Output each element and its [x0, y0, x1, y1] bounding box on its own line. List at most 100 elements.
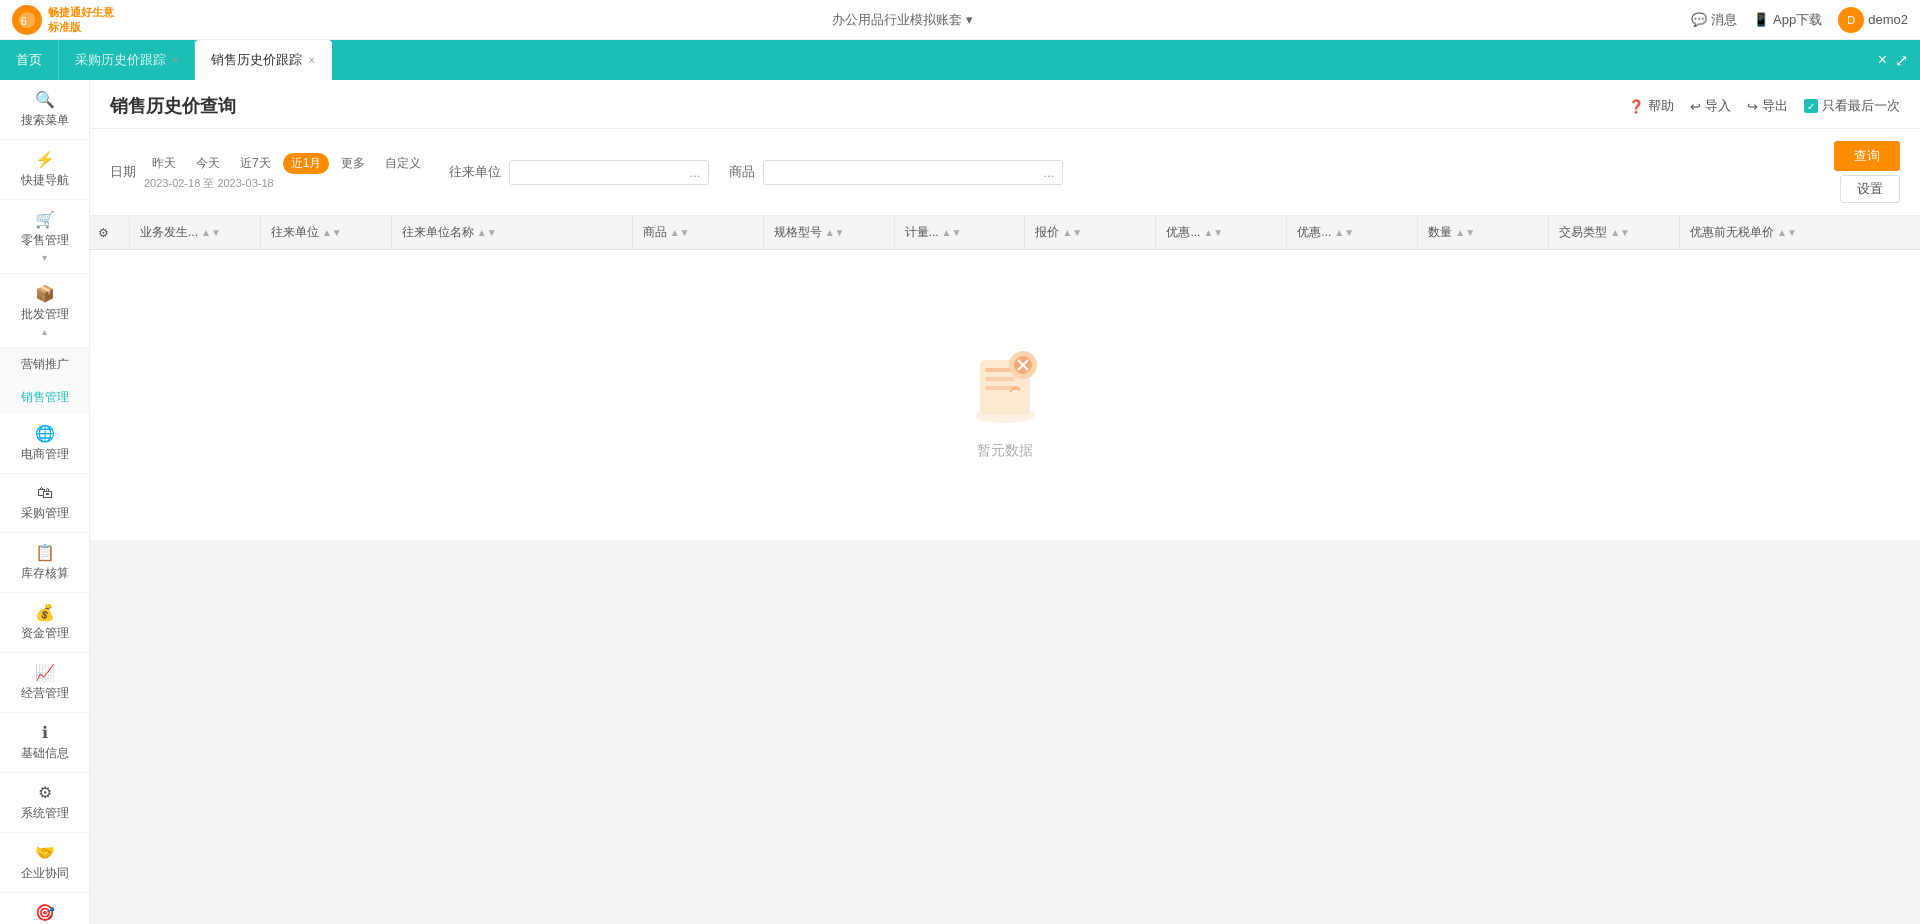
main-layout: 🔍 搜索菜单 ⚡ 快捷导航 🛒 零售管理 ▾ 📦 批发管理 ▴ 营销推广 销售管… [0, 80, 1920, 924]
date-chip-7days[interactable]: 近7天 [232, 153, 279, 174]
th-pre-tax[interactable]: 优惠前无税单价 ▲▼ [1680, 216, 1920, 249]
th-partner-name[interactable]: 往来单位名称 ▲▼ [392, 216, 633, 249]
logo-area: 6 畅捷通好生意 标准版 [12, 5, 114, 35]
th-discount2[interactable]: 优惠... ▲▼ [1287, 216, 1418, 249]
sort-icon-product: ▲▼ [670, 229, 690, 237]
help-button[interactable]: ❓ 帮助 [1628, 97, 1674, 115]
close-all-button[interactable]: × [1878, 51, 1887, 69]
th-unit[interactable]: 计量... ▲▼ [895, 216, 1026, 249]
sidebar-item-ecommerce[interactable]: 🌐 电商管理 [0, 414, 89, 474]
topbar-left: 6 畅捷通好生意 标准版 [12, 5, 114, 35]
th-quantity[interactable]: 数量 ▲▼ [1418, 216, 1549, 249]
empty-text: 暂元数据 [977, 442, 1033, 460]
inventory-icon: 📋 [35, 543, 55, 562]
page-title: 销售历史价查询 [110, 94, 236, 118]
sort-icon-trade-type: ▲▼ [1610, 229, 1630, 237]
query-button[interactable]: 查询 [1834, 141, 1900, 171]
svg-rect-5 [985, 377, 1015, 381]
tab-home[interactable]: 首页 [0, 40, 59, 80]
export-button[interactable]: ↪ 导出 [1747, 97, 1788, 115]
date-chip-more[interactable]: 更多 [333, 153, 373, 174]
sidebar-item-shortcut[interactable]: ⚡ 快捷导航 [0, 140, 89, 200]
purchase-icon: 🛍 [37, 484, 53, 502]
svg-text:6: 6 [21, 14, 27, 26]
product-input[interactable]: ... [763, 160, 1063, 185]
sort-icon-biz-date: ▲▼ [201, 229, 221, 237]
message-button[interactable]: 💬 消息 [1691, 11, 1737, 29]
topbar: 6 畅捷通好生意 标准版 办公用品行业模拟账套 ▾ 💬 消息 📱 App下载 D… [0, 0, 1920, 40]
sidebar-item-guide[interactable]: 🎯 新手引导 [0, 893, 89, 924]
sort-icon-discount2: ▲▼ [1334, 229, 1354, 237]
partner-filter-group: 往来单位 ... [449, 160, 709, 185]
wholesale-icon: 📦 [35, 284, 55, 303]
logo-text: 畅捷通好生意 标准版 [48, 5, 114, 34]
wholesale-arrow: ▴ [42, 326, 47, 337]
cooperation-icon: 🤝 [35, 843, 55, 862]
th-gear[interactable]: ⚙ [90, 218, 130, 248]
date-chip-custom[interactable]: 自定义 [377, 153, 429, 174]
import-button[interactable]: ↩ 导入 [1690, 97, 1731, 115]
sort-icon-pre-tax: ▲▼ [1777, 229, 1797, 237]
product-filter-group: 商品 ... [729, 160, 1063, 185]
avatar: D [1838, 7, 1864, 33]
sidebar-item-system[interactable]: ⚙ 系统管理 [0, 773, 89, 833]
export-icon: ↪ [1747, 99, 1758, 114]
date-chip-today[interactable]: 今天 [188, 153, 228, 174]
shortcut-icon: ⚡ [35, 150, 55, 169]
expand-button[interactable]: ⤢ [1895, 51, 1908, 70]
sort-icon-spec: ▲▼ [825, 229, 845, 237]
sort-icon-partner-name: ▲▼ [477, 229, 497, 237]
sidebar-item-finance[interactable]: 💰 资金管理 [0, 593, 89, 653]
filter-actions: 查询 设置 [1834, 141, 1900, 203]
tab-purchase-history[interactable]: 采购历史价跟踪 × [59, 40, 195, 80]
import-icon: ↩ [1690, 99, 1701, 114]
settings-button[interactable]: 设置 [1840, 175, 1900, 203]
sidebar-item-search[interactable]: 🔍 搜索菜单 [0, 80, 89, 140]
sidebar-item-operations[interactable]: 📈 经营管理 [0, 653, 89, 713]
system-icon: ⚙ [38, 783, 52, 802]
th-partner-code[interactable]: 往来单位 ▲▼ [261, 216, 392, 249]
sort-icon-discount1: ▲▼ [1203, 229, 1223, 237]
date-chip-1month[interactable]: 近1月 [283, 153, 330, 174]
filter-row: 日期 昨天 今天 近7天 近1月 更多 自定义 2023-02-18 至 202… [110, 141, 1900, 203]
tab-sales-close[interactable]: × [308, 54, 314, 66]
product-dots: ... [1044, 165, 1055, 180]
page-actions: ❓ 帮助 ↩ 导入 ↪ 导出 只看最后一次 [1628, 97, 1900, 115]
date-chip-yesterday[interactable]: 昨天 [144, 153, 184, 174]
sort-icon-quantity: ▲▼ [1455, 229, 1475, 237]
sidebar-item-cooperation[interactable]: 🤝 企业协同 [0, 833, 89, 893]
sidebar-item-purchase[interactable]: 🛍 采购管理 [0, 474, 89, 533]
th-quote[interactable]: 报价 ▲▼ [1025, 216, 1156, 249]
sort-icon-unit: ▲▼ [942, 229, 962, 237]
download-icon: 📱 [1753, 12, 1769, 27]
logo-icon: 6 [12, 5, 42, 35]
partner-input[interactable]: ... [509, 160, 709, 185]
sidebar-item-basic[interactable]: ℹ 基础信息 [0, 713, 89, 773]
user-area[interactable]: D demo2 [1838, 7, 1908, 33]
date-label: 日期 [110, 163, 136, 181]
only-last-checkbox[interactable]: 只看最后一次 [1804, 97, 1900, 115]
sidebar-sub-marketing[interactable]: 营销推广 [0, 348, 89, 381]
tab-sales-history[interactable]: 销售历史价跟踪 × [195, 40, 331, 80]
th-product[interactable]: 商品 ▲▼ [633, 216, 764, 249]
th-biz-date[interactable]: 业务发生... ▲▼ [130, 216, 261, 249]
topbar-right: 💬 消息 📱 App下载 D demo2 [1691, 7, 1908, 33]
wholesale-submenu: 营销推广 销售管理 [0, 348, 89, 414]
page-header: 销售历史价查询 ❓ 帮助 ↩ 导入 ↪ 导出 只看最后一次 [90, 80, 1920, 129]
app-name-dropdown[interactable]: 办公用品行业模拟账套 ▾ [832, 11, 973, 29]
retail-arrow: ▾ [42, 252, 47, 263]
operations-icon: 📈 [35, 663, 55, 682]
sidebar-item-retail[interactable]: 🛒 零售管理 ▾ [0, 200, 89, 274]
tab-sales-label: 销售历史价跟踪 [211, 51, 302, 69]
sidebar-sub-sales-mgmt[interactable]: 销售管理 [0, 381, 89, 414]
sidebar-item-wholesale[interactable]: 📦 批发管理 ▴ [0, 274, 89, 348]
tab-purchase-close[interactable]: × [172, 54, 178, 66]
th-trade-type[interactable]: 交易类型 ▲▼ [1549, 216, 1680, 249]
basic-icon: ℹ [42, 723, 48, 742]
th-discount1[interactable]: 优惠... ▲▼ [1156, 216, 1287, 249]
empty-state: 暂元数据 [90, 250, 1920, 540]
tabbar-actions: × ⤢ [1878, 51, 1920, 70]
sidebar-item-inventory[interactable]: 📋 库存核算 [0, 533, 89, 593]
app-download-button[interactable]: 📱 App下载 [1753, 11, 1822, 29]
th-spec[interactable]: 规格型号 ▲▼ [764, 216, 895, 249]
